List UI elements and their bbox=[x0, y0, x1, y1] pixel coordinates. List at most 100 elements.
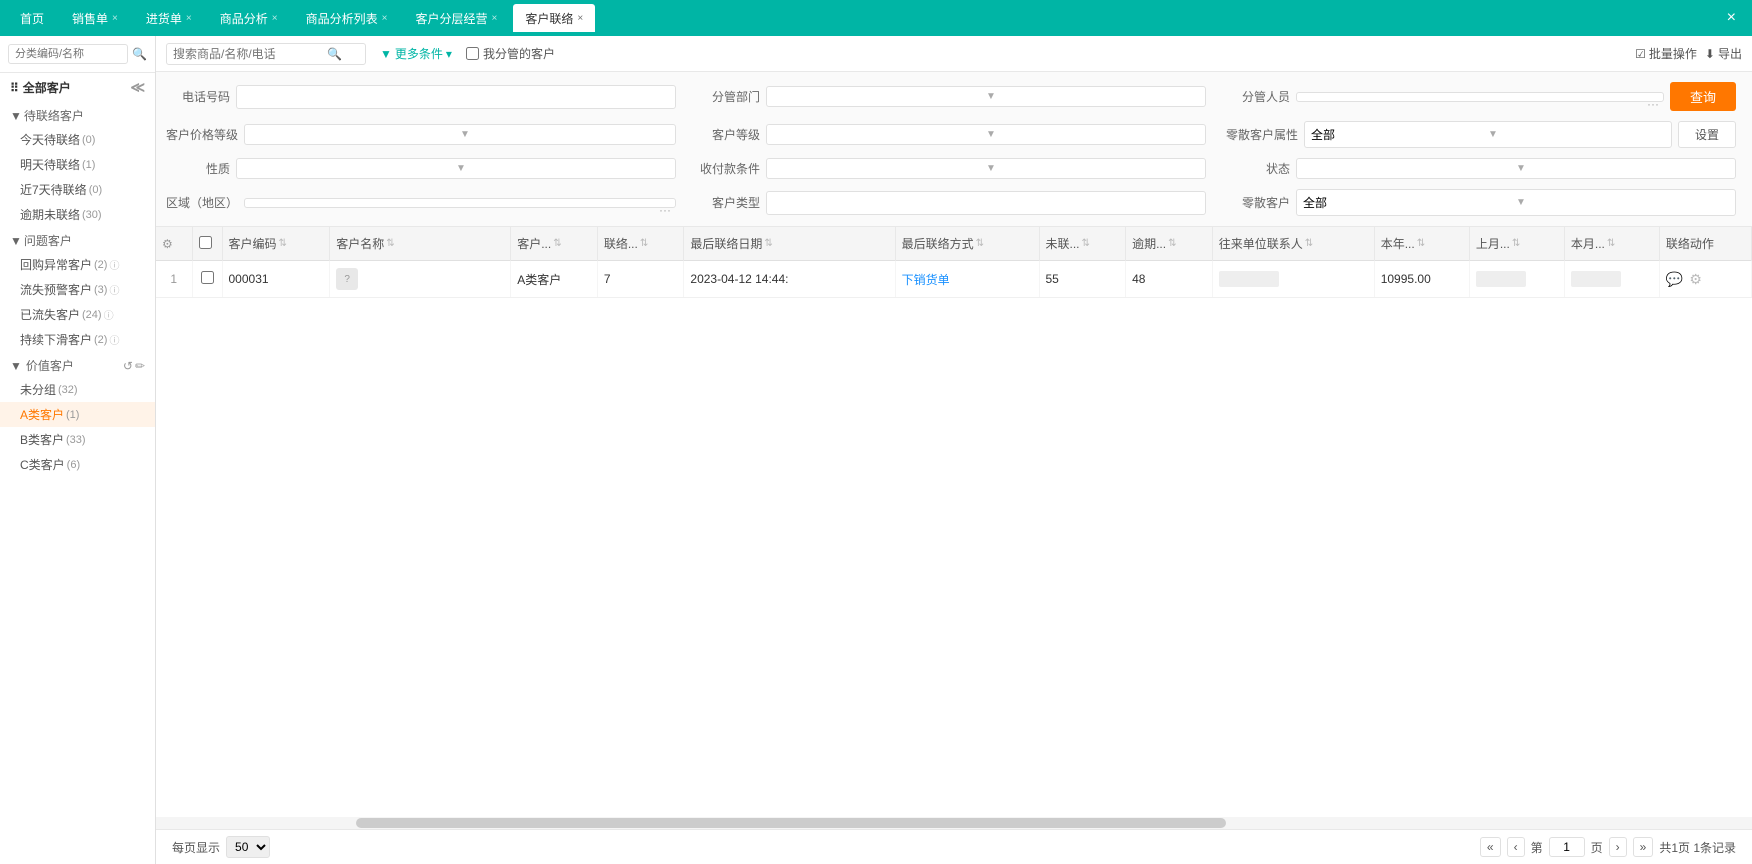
action-gear-icon[interactable]: ⚙ bbox=[1689, 271, 1702, 288]
filter-customer-type-input[interactable] bbox=[766, 191, 1206, 215]
select-all-checkbox[interactable] bbox=[199, 236, 212, 249]
contact-sort-icon: ⇅ bbox=[640, 238, 648, 249]
nav-home[interactable]: 首页 bbox=[8, 6, 56, 31]
sidebar-item-abnormal[interactable]: 回购异常客户 (2) ⓘ bbox=[0, 252, 155, 277]
filter-more-btn[interactable]: ▼ 更多条件 ▾ bbox=[374, 42, 458, 65]
nature-down-icon: ▼ bbox=[456, 163, 669, 174]
cell-last-date: 2023-04-12 14:44: bbox=[684, 261, 895, 298]
toolbar-search-box: 🔍 bbox=[166, 43, 366, 65]
filter-manager-input[interactable]: ··· bbox=[1296, 92, 1664, 102]
sidebar-item-overdue[interactable]: 逾期未联络 (30) bbox=[0, 202, 155, 227]
nav-tab-analysis[interactable]: 商品分析 × bbox=[208, 4, 290, 32]
filter-customer-type-label: 客户类型 bbox=[696, 194, 760, 211]
sidebar-item-class-a[interactable]: A类客户 (1) bbox=[0, 402, 155, 427]
footer-page-size: 每页显示 50 bbox=[172, 836, 270, 858]
customer-avatar: ? bbox=[336, 268, 358, 290]
sidebar-item-class-b[interactable]: B类客户 (33) bbox=[0, 427, 155, 452]
sidebar-section-value[interactable]: ▼ 价值客户 ↺ ✏ bbox=[0, 352, 155, 377]
row-checkbox[interactable] bbox=[201, 271, 214, 284]
settings-button[interactable]: 设置 bbox=[1678, 121, 1736, 148]
nav-tab-sales[interactable]: 销售单 × bbox=[60, 4, 130, 32]
sidebar-item-unclassified[interactable]: 未分组 (32) bbox=[0, 377, 155, 402]
export-btn[interactable]: ⬇ 导出 bbox=[1705, 45, 1742, 62]
refresh-icon[interactable]: ↺ bbox=[123, 359, 133, 373]
filter-manager-label: 分管人员 bbox=[1226, 88, 1290, 105]
top-nav-close[interactable]: × bbox=[1719, 5, 1744, 31]
nav-tab-purchase[interactable]: 进货单 × bbox=[134, 4, 204, 32]
prev-page-btn[interactable]: ‹ bbox=[1507, 837, 1525, 857]
filter-customer-level-select[interactable]: ▼ bbox=[766, 124, 1206, 145]
col-last-month: 上月... ⇅ bbox=[1469, 227, 1564, 261]
filter-dept-select[interactable]: ▼ bbox=[766, 86, 1206, 107]
filter-price-level-select[interactable]: ▼ bbox=[244, 124, 676, 145]
sidebar-item-tomorrow[interactable]: 明天待联络 (1) bbox=[0, 152, 155, 177]
sidebar-item-warning[interactable]: 流失预警客户 (3) ⓘ bbox=[0, 277, 155, 302]
sidebar-search-icon[interactable]: 🔍 bbox=[132, 47, 147, 61]
last-contact-link[interactable]: 下销货单 bbox=[902, 273, 950, 287]
edit-icon[interactable]: ✏ bbox=[135, 359, 145, 373]
filter-price-level: 客户价格等级 ▼ bbox=[166, 121, 676, 148]
table-container: ⚙ 客户编码 ⇅ 客户名称 bbox=[156, 227, 1752, 817]
nav-tab-analysis-list[interactable]: 商品分析列表 × bbox=[294, 4, 400, 32]
first-page-btn[interactable]: « bbox=[1480, 837, 1501, 857]
info-icon-3: ⓘ bbox=[104, 307, 114, 322]
last-page-btn[interactable]: » bbox=[1633, 837, 1654, 857]
nav-tab-sales-close[interactable]: × bbox=[112, 13, 118, 24]
sidebar-section-problem[interactable]: ▼ 问题客户 bbox=[0, 227, 155, 252]
cell-contact: 7 bbox=[597, 261, 684, 298]
filter-retail-attr-select[interactable]: 全部 ▼ bbox=[1304, 121, 1672, 148]
sidebar-all-customers[interactable]: ⠿ 全部客户 ≪ bbox=[0, 73, 155, 102]
filter-payment-label: 收付款条件 bbox=[696, 160, 760, 177]
nav-tab-analysis-close[interactable]: × bbox=[272, 13, 278, 24]
info-icon-1: ⓘ bbox=[109, 257, 119, 272]
col-this-month: 本月... ⇅ bbox=[1564, 227, 1659, 261]
my-customer-checkbox[interactable]: 我分管的客户 bbox=[466, 45, 555, 62]
sidebar-item-today[interactable]: 今天待联络 (0) bbox=[0, 127, 155, 152]
next-page-btn[interactable]: › bbox=[1609, 837, 1627, 857]
page-input[interactable]: 1 bbox=[1549, 837, 1585, 857]
sidebar-search-input[interactable] bbox=[8, 44, 128, 64]
sidebar-item-class-c[interactable]: C类客户 (6) bbox=[0, 452, 155, 477]
info-icon-2: ⓘ bbox=[109, 282, 119, 297]
nav-tab-customer-segment-close[interactable]: × bbox=[491, 13, 497, 24]
content-area: 🔍 ▼ 更多条件 ▾ 我分管的客户 ☑ 批量操作 ⬇ 导出 bbox=[156, 36, 1752, 864]
sidebar-item-declining[interactable]: 持续下滑客户 (2) ⓘ bbox=[0, 327, 155, 352]
filter-region-input[interactable]: ··· bbox=[244, 198, 676, 208]
toolbar-search-icon[interactable]: 🔍 bbox=[327, 47, 342, 61]
filter-retail-attr-label: 零散客户属性 bbox=[1226, 126, 1298, 143]
nav-tab-analysis-list-close[interactable]: × bbox=[382, 13, 388, 24]
filter-status-select[interactable]: ▼ bbox=[1296, 158, 1736, 179]
retail-down-icon: ▼ bbox=[1516, 197, 1729, 208]
main-layout: 🔍 ⠿ 全部客户 ≪ ▼ 待联络客户 今天待联络 (0) 明天待联络 (1) 近… bbox=[0, 36, 1752, 864]
toolbar-search-input[interactable] bbox=[173, 47, 323, 61]
per-page-select[interactable]: 50 bbox=[226, 836, 270, 858]
col-code: 客户编码 ⇅ bbox=[222, 227, 330, 261]
nav-tab-customer-contact[interactable]: 客户联络 × bbox=[513, 4, 595, 32]
filter-payment-select[interactable]: ▼ bbox=[766, 158, 1206, 179]
col-action: 联络动作 bbox=[1659, 227, 1751, 261]
filter-phone-input[interactable] bbox=[236, 85, 676, 109]
sidebar-collapse-icon[interactable]: ≪ bbox=[130, 79, 145, 96]
sidebar-item-lost[interactable]: 已流失客户 (24) ⓘ bbox=[0, 302, 155, 327]
filter-manager: 分管人员 ··· 查询 bbox=[1226, 82, 1736, 111]
query-button[interactable]: 查询 bbox=[1670, 82, 1736, 111]
my-customer-check[interactable] bbox=[466, 47, 479, 60]
filter-icon: ▼ bbox=[380, 47, 392, 61]
horizontal-scrollbar[interactable] bbox=[156, 817, 1752, 829]
nav-tab-customer-contact-close[interactable]: × bbox=[577, 13, 583, 24]
cell-contact-person bbox=[1212, 261, 1374, 298]
batch-op-btn[interactable]: ☑ 批量操作 bbox=[1635, 45, 1697, 62]
col-this-year: 本年... ⇅ bbox=[1374, 227, 1469, 261]
filter-retail-select[interactable]: 全部 ▼ bbox=[1296, 189, 1736, 216]
sidebar-item-7days[interactable]: 近7天待联络 (0) bbox=[0, 177, 155, 202]
nav-tab-customer-segment[interactable]: 客户分层经营 × bbox=[403, 4, 509, 32]
nav-tab-purchase-close[interactable]: × bbox=[186, 13, 192, 24]
filter-nature-select[interactable]: ▼ bbox=[236, 158, 676, 179]
table-gear-icon[interactable]: ⚙ bbox=[162, 237, 173, 251]
uncontacted-sort-icon: ⇅ bbox=[1082, 238, 1090, 249]
sidebar-section-waiting[interactable]: ▼ 待联络客户 bbox=[0, 102, 155, 127]
last-date-sort-icon: ⇅ bbox=[764, 238, 772, 249]
scrollbar-thumb[interactable] bbox=[356, 818, 1226, 828]
message-icon[interactable]: 💬 bbox=[1666, 271, 1683, 288]
cell-overdue: 48 bbox=[1126, 261, 1213, 298]
